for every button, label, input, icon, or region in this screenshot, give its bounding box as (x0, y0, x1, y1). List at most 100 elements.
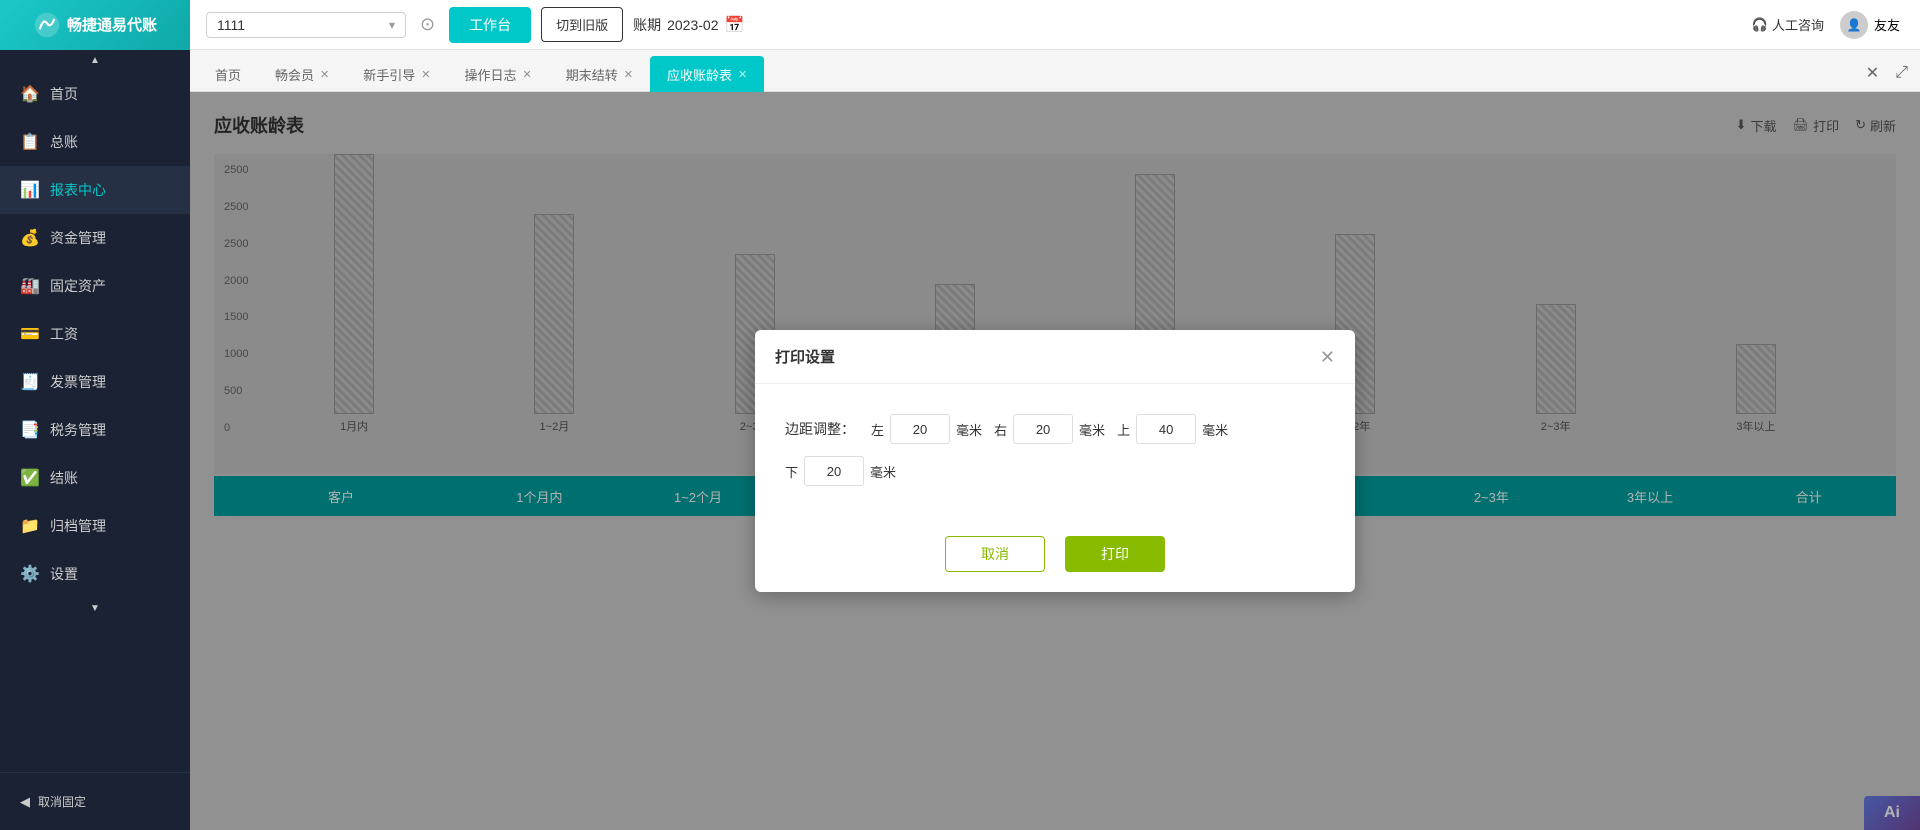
margin-right-group: 右 毫米 (994, 414, 1105, 444)
tab-expand-button[interactable]: ⤢ (1891, 60, 1912, 86)
confirm-print-button[interactable]: 打印 (1065, 536, 1165, 572)
sidebar-label-assets: 固定资产 (50, 276, 106, 296)
calendar-icon[interactable]: 📅 (725, 15, 745, 35)
support-label: 人工咨询 (1772, 15, 1824, 34)
settings-icon: ⚙️ (20, 564, 40, 584)
margin-top-group: 上 毫米 (1117, 414, 1228, 444)
tab-close-button[interactable]: ✕ (1862, 59, 1883, 87)
tab-ar-aging[interactable]: 应收账龄表 ✕ (650, 56, 764, 92)
tab-period-end[interactable]: 期末结转 ✕ (549, 56, 650, 92)
sidebar-label-salary: 工资 (50, 324, 78, 344)
top-header: 畅捷通易代账 1111 ▾ ⊙ 工作台 切到旧版 账期 2023-02 📅 🎧 … (0, 0, 1920, 50)
page-content: 应收账龄表 ⬇ 下载 🖨 打印 ↻ 刷新 (190, 92, 1920, 830)
sidebar-label-funds: 资金管理 (50, 228, 106, 248)
tab-member[interactable]: 畅会员 ✕ (258, 56, 346, 92)
margin-right-input[interactable] (1013, 414, 1073, 444)
ledger-icon: 📋 (20, 132, 40, 152)
margin-bottom-group: 下 毫米 (785, 456, 896, 486)
tab-operation-log-label: 操作日志 (464, 65, 516, 84)
archive-icon: 📁 (20, 516, 40, 536)
margin-bottom-unit: 毫米 (870, 462, 896, 481)
dialog-footer: 取消 打印 (755, 516, 1355, 592)
headset-icon: 🎧 (1752, 17, 1768, 33)
margin-bottom-input[interactable] (804, 456, 864, 486)
sidebar-item-salary[interactable]: 💳 工资 (0, 310, 190, 358)
sidebar-item-archive[interactable]: 📁 归档管理 (0, 502, 190, 550)
sidebar-item-ledger[interactable]: 📋 总账 (0, 118, 190, 166)
sidebar-bottom: ◀ 取消固定 (0, 772, 190, 830)
margin-top-unit: 毫米 (1202, 420, 1228, 439)
print-settings-dialog: 打印设置 ✕ 边距调整： 左 毫米 (755, 330, 1355, 592)
header-right: 🎧 人工咨询 👤 友友 (1752, 11, 1920, 39)
period-label: 账期 (633, 15, 661, 35)
tab-home[interactable]: 首页 (198, 56, 258, 92)
margin-row: 边距调整： 左 毫米 右 毫米 (785, 414, 1325, 486)
logo-icon (33, 11, 61, 39)
invoice-icon: 🧾 (20, 372, 40, 392)
sidebar-label-tax: 税务管理 (50, 420, 106, 440)
tab-member-label: 畅会员 (275, 65, 314, 84)
collapse-label: 取消固定 (38, 793, 86, 810)
margin-bottom-label: 下 (785, 462, 798, 481)
tab-guide[interactable]: 新手引导 ✕ (346, 56, 447, 92)
period-area: 账期 2023-02 📅 (633, 15, 744, 35)
main-layout: ▲ 🏠 首页 📋 总账 📊 报表中心 💰 资金管理 🏭 固定资产 💳 工资 🧾 … (0, 50, 1920, 830)
sidebar-item-reports[interactable]: 📊 报表中心 (0, 166, 190, 214)
sidebar-item-tax[interactable]: 📑 税务管理 (0, 406, 190, 454)
sidebar-scroll-down[interactable]: ▼ (0, 598, 190, 618)
margin-left-unit: 毫米 (956, 420, 982, 439)
company-selector[interactable]: 1111 ▾ (206, 12, 406, 38)
margin-left-label: 左 (871, 420, 884, 439)
tab-bar-right: ✕ ⤢ (1862, 59, 1912, 91)
sidebar-label-home: 首页 (50, 84, 78, 104)
margin-left-group: 左 毫米 (871, 414, 982, 444)
switch-version-button[interactable]: 切到旧版 (541, 7, 623, 42)
tab-bar: 首页 畅会员 ✕ 新手引导 ✕ 操作日志 ✕ 期末结转 ✕ 应收账龄表 ✕ (190, 50, 1920, 92)
margin-right-label: 右 (994, 420, 1007, 439)
logo: 畅捷通易代账 (0, 0, 190, 50)
reports-icon: 📊 (20, 180, 40, 200)
user-name: 友友 (1874, 15, 1900, 34)
sidebar-item-funds[interactable]: 💰 资金管理 (0, 214, 190, 262)
sidebar-label-ledger: 总账 (50, 132, 78, 152)
tax-icon: 📑 (20, 420, 40, 440)
dialog-body: 边距调整： 左 毫米 右 毫米 (755, 384, 1355, 516)
sidebar-label-settlement: 结账 (50, 468, 78, 488)
logo-text: 畅捷通易代账 (67, 14, 157, 35)
tab-ar-aging-close[interactable]: ✕ (738, 68, 747, 81)
workbench-button[interactable]: 工作台 (449, 7, 531, 43)
margin-top-input[interactable] (1136, 414, 1196, 444)
sidebar-item-assets[interactable]: 🏭 固定资产 (0, 262, 190, 310)
dialog-header: 打印设置 ✕ (755, 330, 1355, 384)
sidebar-item-settings[interactable]: ⚙️ 设置 (0, 550, 190, 598)
user-area[interactable]: 👤 友友 (1840, 11, 1900, 39)
copy-button[interactable]: ⊙ (416, 10, 439, 39)
margin-right-unit: 毫米 (1079, 420, 1105, 439)
dialog-title: 打印设置 (775, 346, 835, 367)
tab-operation-log-close[interactable]: ✕ (523, 68, 532, 81)
cancel-button[interactable]: 取消 (945, 536, 1045, 572)
sidebar-label-invoice: 发票管理 (50, 372, 106, 392)
tab-guide-close[interactable]: ✕ (421, 68, 430, 81)
tab-period-end-close[interactable]: ✕ (624, 68, 633, 81)
funds-icon: 💰 (20, 228, 40, 248)
tab-operation-log[interactable]: 操作日志 ✕ (447, 56, 548, 92)
company-name: 1111 (217, 17, 381, 33)
sidebar-item-invoice[interactable]: 🧾 发票管理 (0, 358, 190, 406)
dialog-overlay: 打印设置 ✕ 边距调整： 左 毫米 (190, 92, 1920, 830)
tab-member-close[interactable]: ✕ (320, 68, 329, 81)
sidebar-label-reports: 报表中心 (50, 180, 106, 200)
tab-period-end-label: 期末结转 (566, 65, 618, 84)
content-area: 首页 畅会员 ✕ 新手引导 ✕ 操作日志 ✕ 期末结转 ✕ 应收账龄表 ✕ (190, 50, 1920, 830)
assets-icon: 🏭 (20, 276, 40, 296)
home-icon: 🏠 (20, 84, 40, 104)
header-middle: 1111 ▾ ⊙ 工作台 切到旧版 账期 2023-02 📅 (190, 7, 1752, 43)
margin-label: 边距调整： (785, 419, 855, 439)
sidebar-item-settlement[interactable]: ✅ 结账 (0, 454, 190, 502)
sidebar-collapse-button[interactable]: ◀ 取消固定 (0, 783, 190, 820)
sidebar-item-home[interactable]: 🏠 首页 (0, 70, 190, 118)
dialog-close-button[interactable]: ✕ (1320, 348, 1335, 366)
sidebar-scroll-up[interactable]: ▲ (0, 50, 190, 70)
support-link[interactable]: 🎧 人工咨询 (1752, 15, 1824, 34)
margin-left-input[interactable] (890, 414, 950, 444)
